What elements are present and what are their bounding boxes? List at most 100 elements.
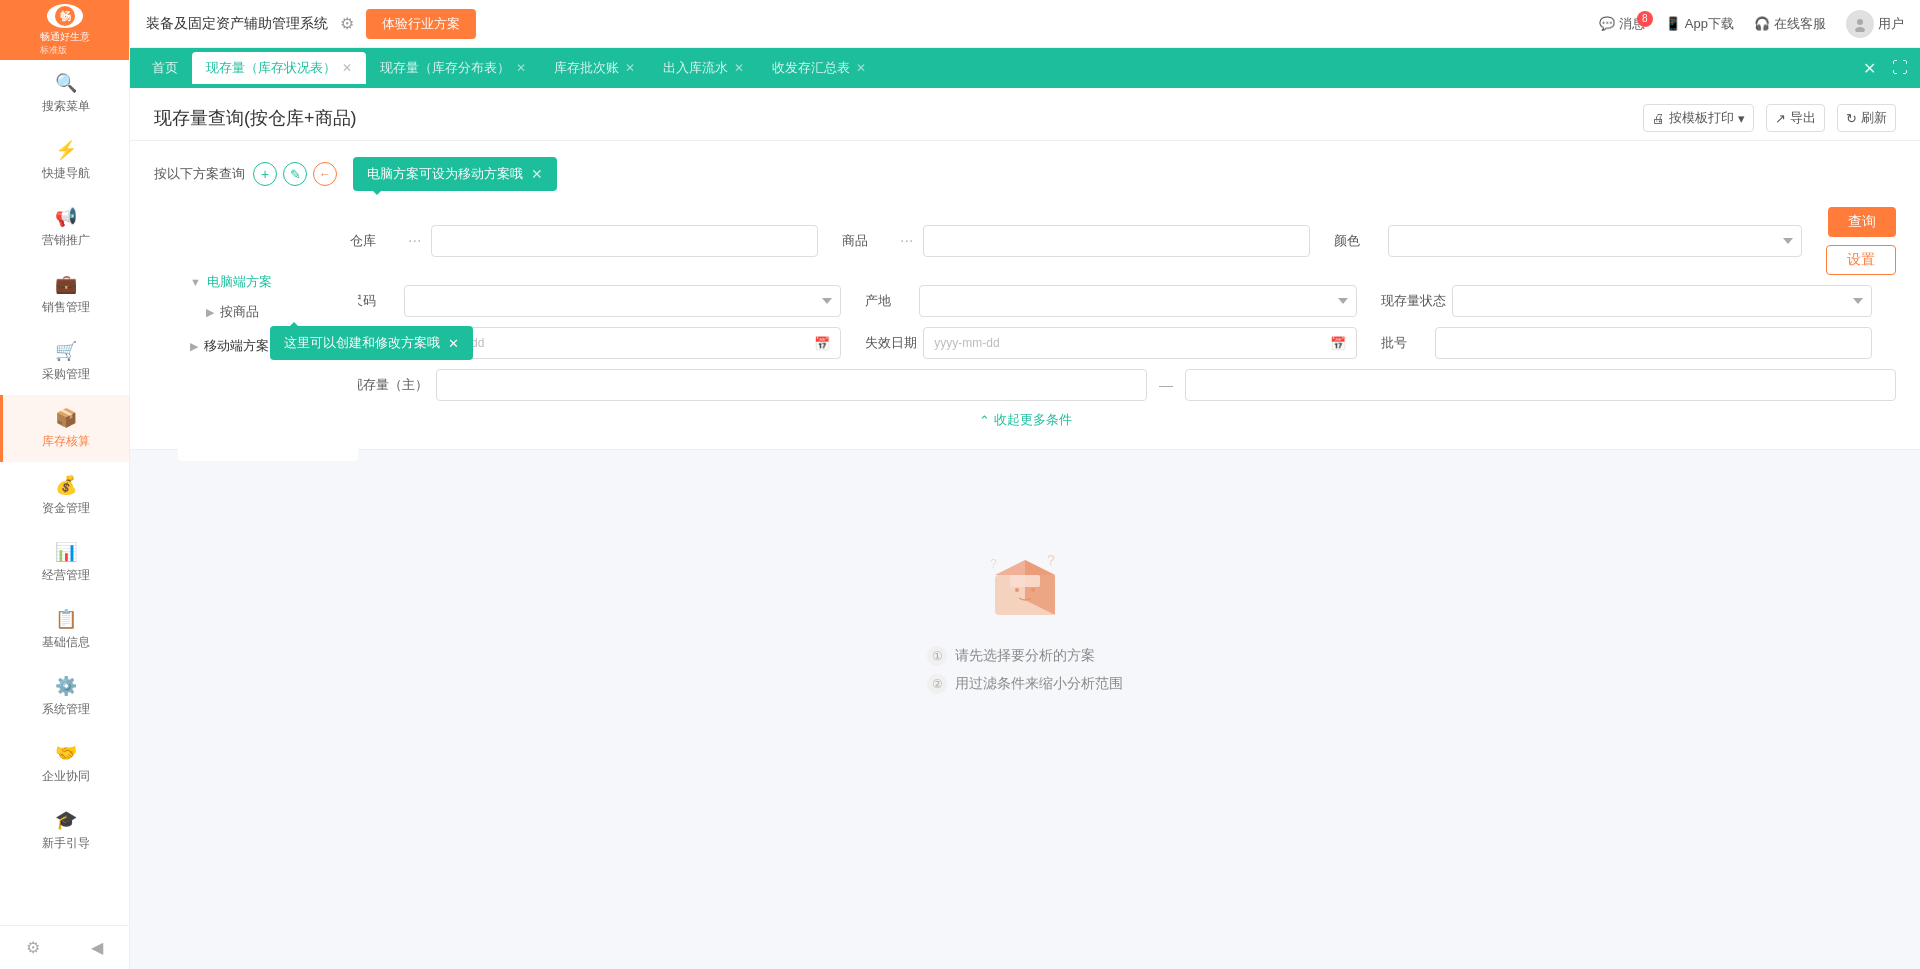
tooltip1-close[interactable]: ✕ (531, 166, 543, 182)
color-label: 颜色 (1334, 232, 1382, 250)
set-button[interactable]: 设置 (1826, 245, 1896, 275)
calendar-icon: 📅 (814, 336, 830, 351)
sidebar-logo: 畅 畅通好生意 标准版 (0, 0, 129, 60)
enterprise-icon: 🤝 (55, 742, 77, 764)
sidebar-item-newbie[interactable]: 🎓 新手引导 (0, 797, 129, 864)
calendar2-icon: 📅 (1330, 336, 1346, 351)
expire-date-label: 失效日期 (865, 334, 917, 352)
scheme-sub-goods-item[interactable]: ▶ 按商品 (194, 297, 358, 327)
batch-input[interactable] (1435, 327, 1872, 359)
edit-scheme-button[interactable]: ✎ (283, 162, 307, 186)
sidebar-item-operations[interactable]: 📊 经营管理 (0, 529, 129, 596)
empty-illustration: ? ? (975, 530, 1075, 630)
sidebar-item-sales[interactable]: 💼 销售管理 (0, 261, 129, 328)
experience-button[interactable]: 体验行业方案 (366, 9, 476, 39)
tab-close-4[interactable]: ✕ (734, 61, 744, 75)
tab-home[interactable]: 首页 (138, 59, 192, 77)
refresh-button[interactable]: ↻ 刷新 (1837, 104, 1896, 132)
tab-summary[interactable]: 收发存汇总表 ✕ (758, 52, 880, 84)
sidebar-item-marketing[interactable]: 📢 营销推广 (0, 194, 129, 261)
empty-state: ? ? ① 请先选择要分析的方案 ② 用过滤条件来缩小分析范围 (130, 450, 1920, 734)
goods-dots[interactable]: ··· (900, 232, 913, 250)
finance-icon: 💰 (55, 474, 77, 496)
tooltip2-close[interactable]: ✕ (448, 336, 459, 351)
tooltip1-container: 电脑方案可设为移动方案哦 ✕ (353, 157, 557, 191)
range-separator: — (1159, 377, 1173, 393)
stock-qty-min[interactable] (436, 369, 1147, 401)
tab-close-all-icon[interactable]: ✕ (1859, 55, 1880, 82)
tab-close-1[interactable]: ✕ (342, 61, 352, 75)
settings-bottom-icon[interactable]: ⚙ (26, 938, 40, 957)
svg-text:畅: 畅 (59, 10, 70, 22)
tab-inout-flow[interactable]: 出入库流水 ✕ (649, 52, 758, 84)
sidebar: 畅 畅通好生意 标准版 🔍 搜索菜单 ⚡ 快捷导航 📢 营销推广 💼 销售管理 … (0, 0, 130, 969)
size-select[interactable] (404, 285, 841, 317)
system-icon: ⚙️ (55, 675, 77, 697)
svg-text:?: ? (1047, 552, 1055, 568)
tab-close-3[interactable]: ✕ (625, 61, 635, 75)
goods-input[interactable] (923, 225, 1310, 257)
stock-status-select[interactable] (1452, 285, 1872, 317)
origin-select[interactable] (919, 285, 1356, 317)
collapse-sidebar-icon[interactable]: ◀ (91, 938, 103, 957)
headset-icon: 🎧 (1754, 16, 1770, 31)
tab-fullscreen-icon[interactable]: ⛶ (1888, 55, 1912, 81)
sidebar-item-finance[interactable]: 💰 资金管理 (0, 462, 129, 529)
sidebar-item-quick[interactable]: ⚡ 快捷导航 (0, 127, 129, 194)
batch-cell: 批号 (1381, 327, 1872, 359)
sidebar-item-base[interactable]: 📋 基础信息 (0, 596, 129, 663)
sidebar-bottom: ⚙ ◀ (0, 925, 129, 969)
tab-inventory-dist[interactable]: 现存量（库存分布表） ✕ (366, 52, 540, 84)
expand-arrow-mobile-icon: ▶ (190, 340, 198, 353)
scheme-tree: ▼ 电脑端方案 ▶ 按商品 ▶ 移动端方案 (178, 263, 358, 461)
svg-rect-7 (1010, 575, 1040, 587)
export-button[interactable]: ↗ 导出 (1766, 104, 1825, 132)
warehouse-label: 仓库 (350, 232, 398, 250)
search-button[interactable]: 查询 (1828, 207, 1896, 237)
logo-icon: 畅 (47, 4, 83, 28)
goods-cell: 商品 ··· (842, 207, 1310, 275)
filter-section: 按以下方案查询 + ✎ ← 电脑方案可设为移动方案哦 ✕ (130, 141, 1920, 450)
svg-point-8 (1015, 588, 1019, 592)
stock-qty-max[interactable] (1185, 369, 1896, 401)
sidebar-item-purchase[interactable]: 🛒 采购管理 (0, 328, 129, 395)
newbie-icon: 🎓 (55, 809, 77, 831)
arrow-left-scheme-button[interactable]: ← (313, 162, 337, 186)
topbar-gear-icon[interactable]: ⚙ (340, 14, 354, 33)
user-item[interactable]: 用户 (1846, 10, 1904, 38)
stock-status-cell: 现存量状态 (1381, 285, 1872, 317)
sidebar-item-search[interactable]: 🔍 搜索菜单 (0, 60, 129, 127)
stock-status-label: 现存量状态 (1381, 292, 1446, 310)
filter-row4: 现存量（主） — (350, 369, 1896, 401)
sidebar-item-enterprise[interactable]: 🤝 企业协同 (0, 730, 129, 797)
filter-row1: 仓库 ··· 商品 ··· 颜色 (350, 207, 1896, 275)
add-scheme-button[interactable]: + (253, 162, 277, 186)
expand-arrow-icon: ▼ (190, 276, 201, 288)
action-btns-col: 查询 设置 (1826, 207, 1896, 275)
empty-tip2: ② 用过滤条件来缩小分析范围 (927, 674, 1123, 694)
tab-batch-account[interactable]: 库存批次账 ✕ (540, 52, 649, 84)
goods-label: 商品 (842, 232, 890, 250)
scheme-desktop-item[interactable]: ▼ 电脑端方案 (178, 267, 358, 297)
tab-close-2[interactable]: ✕ (516, 61, 526, 75)
quick-nav-icon: ⚡ (55, 139, 77, 161)
filter-form: 仓库 ··· 商品 ··· 颜色 (334, 203, 1896, 401)
warehouse-dots[interactable]: ··· (408, 232, 421, 250)
page-content: 现存量查询(按仓库+商品) 🖨 按模板打印 ▾ ↗ 导出 ↻ 刷新 (130, 88, 1920, 969)
collapse-row: ⌃ 收起更多条件 (154, 401, 1896, 433)
online-service-item[interactable]: 🎧 在线客服 (1754, 15, 1826, 33)
collapse-button[interactable]: ⌃ 收起更多条件 (979, 411, 1072, 429)
template-print-button[interactable]: 🖨 按模板打印 ▾ (1643, 104, 1754, 132)
sidebar-item-system[interactable]: ⚙️ 系统管理 (0, 663, 129, 730)
expire-date-input[interactable]: yyyy-mm-dd 📅 (923, 327, 1356, 359)
sidebar-item-inventory[interactable]: 📦 库存核算 (0, 395, 129, 462)
app-download-item[interactable]: 📱 App下载 (1665, 15, 1734, 33)
tab-close-5[interactable]: ✕ (856, 61, 866, 75)
tabs-bar-right: ✕ ⛶ (1859, 55, 1912, 82)
refresh-icon: ↻ (1846, 111, 1857, 126)
warehouse-input[interactable] (431, 225, 818, 257)
sidebar-nav: 🔍 搜索菜单 ⚡ 快捷导航 📢 营销推广 💼 销售管理 🛒 采购管理 📦 库存核… (0, 60, 129, 925)
color-select[interactable] (1388, 225, 1802, 257)
message-item[interactable]: 💬 8 消息 (1599, 15, 1645, 33)
tab-inventory-status[interactable]: 现存量（库存状况表） ✕ (192, 52, 366, 84)
